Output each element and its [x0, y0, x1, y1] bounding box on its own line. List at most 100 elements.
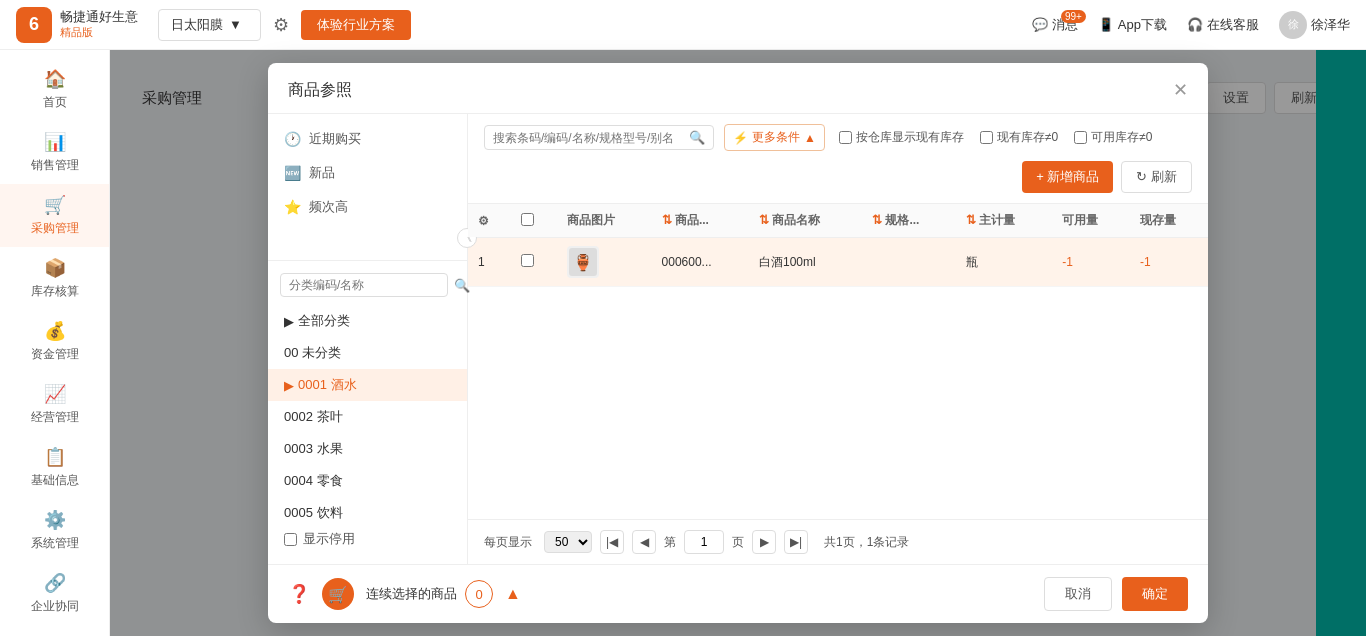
checkbox-nonzero-available[interactable]: 可用库存≠0: [1074, 129, 1152, 146]
cell-num: 1: [468, 238, 511, 287]
row-checkbox[interactable]: [521, 254, 534, 267]
col-name[interactable]: ⇅ 商品名称: [749, 204, 862, 238]
tab-recent-purchase[interactable]: 🕐 近期购买: [268, 122, 467, 156]
sidebar-item-guide[interactable]: 🎯 新手引导: [0, 625, 109, 636]
tab-new-products[interactable]: 🆕 新品: [268, 156, 467, 190]
more-filter-button[interactable]: ⚡ 更多条件 ▲: [724, 124, 825, 151]
sidebar-item-home[interactable]: 🏠 首页: [0, 58, 109, 121]
sidebar-item-finance[interactable]: 💰 资金管理: [0, 310, 109, 373]
col-spec-sort-icon: ⇅: [872, 213, 882, 227]
logo-text: 畅捷通好生意: [60, 9, 138, 26]
col-stock: 现存量: [1130, 204, 1208, 238]
messages-badge: 99+: [1061, 10, 1086, 23]
add-product-button[interactable]: + 新增商品: [1022, 161, 1113, 193]
category-item-all[interactable]: ▶ 全部分类: [268, 305, 467, 337]
prev-page-button[interactable]: ◀: [632, 530, 656, 554]
modal-close-button[interactable]: ✕: [1173, 79, 1188, 101]
sidebar-item-sales[interactable]: 📊 销售管理: [0, 121, 109, 184]
category-item-00[interactable]: 00 未分类: [268, 337, 467, 369]
quick-filter-tabs: 🕐 近期购买 🆕 新品 ⭐ 频次高: [268, 122, 467, 224]
sidebar-label-inventory: 库存核算: [31, 283, 79, 300]
chevron-down-icon: ▼: [229, 17, 242, 32]
refresh-button[interactable]: ↻ 刷新: [1121, 161, 1192, 193]
purchase-icon: 🛒: [44, 194, 66, 216]
message-icon: 💬: [1032, 17, 1048, 32]
category-search-input[interactable]: [280, 273, 448, 297]
cell-available: -1: [1052, 238, 1130, 287]
next-page-button[interactable]: ▶: [752, 530, 776, 554]
filter-icon: ⚡: [733, 131, 748, 145]
col-code[interactable]: ⇅ 商品...: [652, 204, 749, 238]
sidebar-label-finance: 资金管理: [31, 346, 79, 363]
content-area: 采购管理 查询 设置 刷新 商品参照 ✕: [110, 50, 1366, 636]
cart-icon[interactable]: 🛒: [322, 578, 354, 610]
trial-button[interactable]: 体验行业方案: [301, 10, 411, 40]
category-search-row: 🔍: [268, 269, 467, 305]
first-page-button[interactable]: |◀: [600, 530, 624, 554]
product-search-bar: 🔍: [484, 125, 714, 150]
sidebar-label-collab: 企业协同: [31, 598, 79, 615]
sidebar-label-basics: 基础信息: [31, 472, 79, 489]
page-label: 第: [664, 534, 676, 551]
finance-icon: 💰: [44, 320, 66, 342]
sales-icon: 📊: [44, 131, 66, 153]
select-all-checkbox[interactable]: [521, 213, 534, 226]
cell-unit: 瓶: [956, 238, 1052, 287]
sidebar-item-inventory[interactable]: 📦 库存核算: [0, 247, 109, 310]
category-item-0001[interactable]: ▶ 0001 酒水: [268, 369, 467, 401]
category-item-0002[interactable]: 0002 茶叶: [268, 401, 467, 433]
product-reference-modal: 商品参照 ✕ 🕐 近期购买 🆕: [268, 63, 1208, 623]
confirm-button[interactable]: 确定: [1122, 577, 1188, 611]
user-profile-nav[interactable]: 徐 徐泽华: [1279, 11, 1350, 39]
footer-collapse-icon[interactable]: ▲: [505, 585, 521, 603]
online-service-nav[interactable]: 🎧 在线客服: [1187, 16, 1259, 34]
product-search-input[interactable]: [493, 131, 683, 145]
checkbox-by-warehouse[interactable]: 按仓库显示现有库存: [839, 129, 964, 146]
sidebar-item-purchase[interactable]: 🛒 采购管理: [0, 184, 109, 247]
left-panel: 🕐 近期购买 🆕 新品 ⭐ 频次高: [268, 114, 468, 564]
checkbox-nonzero-stock[interactable]: 现有库存≠0: [980, 129, 1058, 146]
filter-checkboxes: 按仓库显示现有库存 现有库存≠0 可用库存≠0: [839, 129, 1153, 146]
gear-icon[interactable]: ⚙: [273, 14, 289, 36]
logo-icon: 6: [16, 7, 52, 43]
sidebar-item-operations[interactable]: 📈 经营管理: [0, 373, 109, 436]
search-icon[interactable]: 🔍: [689, 130, 705, 145]
category-search-icon[interactable]: 🔍: [454, 278, 470, 293]
settings-icon[interactable]: ⚙: [478, 214, 489, 228]
modal-footer: ❓ 🛒 连续选择的商品 0 ▲ 取消 确定: [268, 564, 1208, 623]
sidebar-item-system[interactable]: ⚙️ 系统管理: [0, 499, 109, 562]
category-item-0004[interactable]: 0004 零食: [268, 465, 467, 497]
messages-nav[interactable]: 💬 消息 99+: [1032, 16, 1078, 34]
page-suffix: 页: [732, 534, 744, 551]
system-icon: ⚙️: [44, 509, 66, 531]
col-available: 可用量: [1052, 204, 1130, 238]
show-disabled-label: 显示停用: [303, 530, 355, 548]
per-page-select[interactable]: 50: [544, 531, 592, 553]
tab-high-frequency[interactable]: ⭐ 频次高: [268, 190, 467, 224]
new-icon: 🆕: [284, 165, 301, 181]
app-download-nav[interactable]: 📱 App下载: [1098, 16, 1167, 34]
show-disabled-checkbox[interactable]: [284, 533, 297, 546]
sidebar-label-operations: 经营管理: [31, 409, 79, 426]
last-page-button[interactable]: ▶|: [784, 530, 808, 554]
help-icon[interactable]: ❓: [288, 583, 310, 605]
per-page-label: 每页显示: [484, 534, 532, 551]
col-spec[interactable]: ⇅ 规格...: [862, 204, 956, 238]
product-image: 🏺: [567, 246, 599, 278]
sidebar-item-collab[interactable]: 🔗 企业协同: [0, 562, 109, 625]
table-row[interactable]: 1 🏺: [468, 238, 1208, 287]
page-number-input[interactable]: [684, 530, 724, 554]
nav-dropdown[interactable]: 日太阳膜 ▼: [158, 9, 261, 41]
category-item-0005[interactable]: 0005 饮料: [268, 497, 467, 522]
headset-icon: 🎧: [1187, 17, 1203, 32]
sidebar-label-sales: 销售管理: [31, 157, 79, 174]
product-table: ⚙ 商品图片: [468, 204, 1208, 287]
cancel-button[interactable]: 取消: [1044, 577, 1112, 611]
sidebar: 🏠 首页 📊 销售管理 🛒 采购管理 📦 库存核算 💰 资金管理 📈 经营管理 …: [0, 50, 110, 636]
toolbar-right-buttons: + 新增商品 ↻ 刷新: [1022, 161, 1192, 193]
col-unit[interactable]: ⇅ 主计量: [956, 204, 1052, 238]
category-item-0003[interactable]: 0003 水果: [268, 433, 467, 465]
pagination-info: 共1页，1条记录: [824, 534, 909, 551]
col-checkbox: [511, 204, 557, 238]
sidebar-item-basics[interactable]: 📋 基础信息: [0, 436, 109, 499]
